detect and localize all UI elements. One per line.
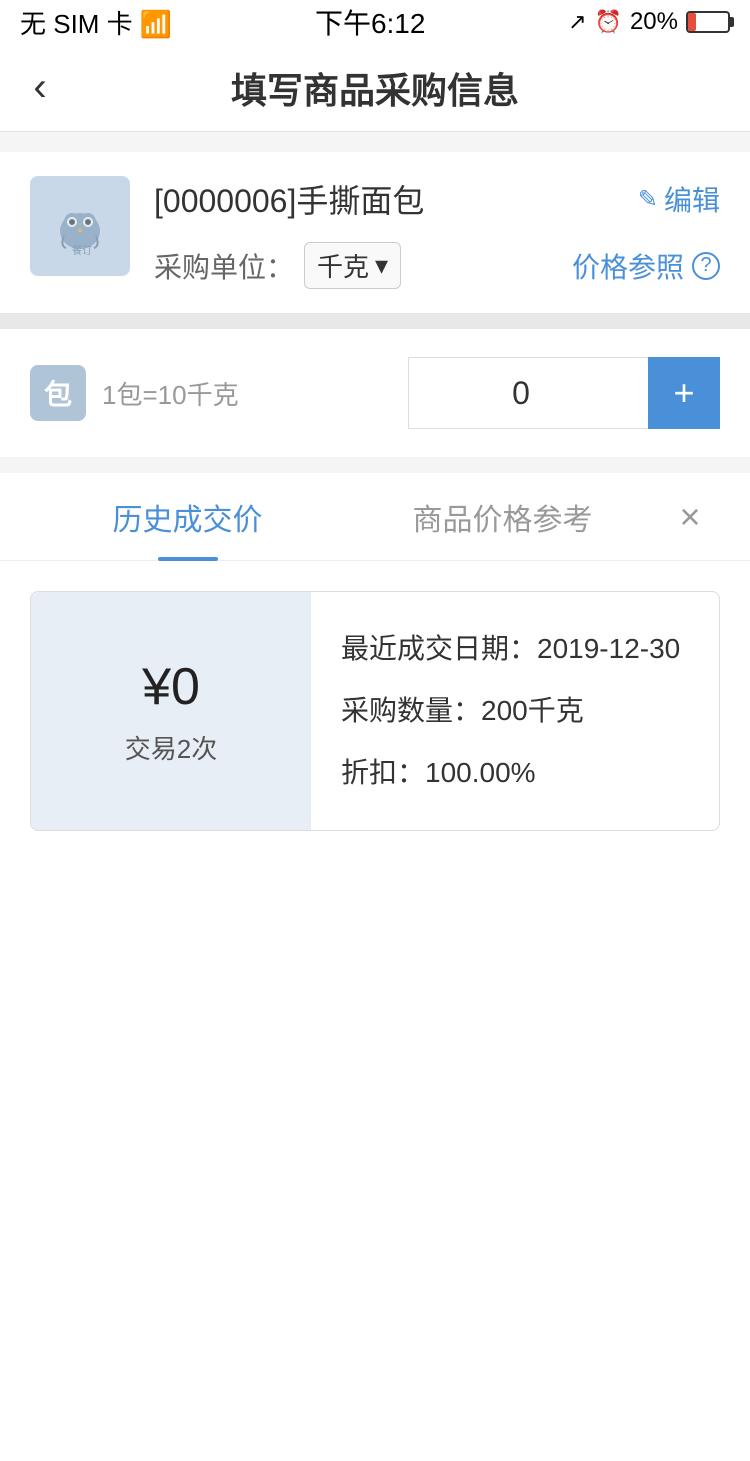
plus-button[interactable]: +: [648, 357, 720, 429]
purchase-qty-row: 采购数量：200千克: [341, 690, 689, 732]
product-title-row: [0000006]手撕面包 ✎ 编辑: [154, 176, 720, 222]
recent-date-value: 2019-12-30: [537, 633, 680, 664]
plus-icon: +: [673, 372, 694, 414]
tab-product-price-ref[interactable]: 商品价格参考: [345, 473, 660, 561]
product-unit-row: 采购单位： 千克 ▾ 价格参照 ?: [154, 242, 720, 289]
purchase-qty-label: 采购数量：: [341, 695, 481, 726]
price-reference-button[interactable]: 价格参照 ?: [572, 246, 720, 286]
status-bar: 无 SIM 卡 📶 下午6:12 ↗ ⏰ 20%: [0, 0, 750, 44]
price-amount: ¥0: [142, 657, 200, 717]
unit-icon-box: 包: [30, 365, 86, 421]
tab-close-button[interactable]: ×: [660, 473, 720, 561]
edit-button[interactable]: ✎ 编辑: [638, 179, 720, 219]
battery-percent: 20%: [630, 8, 678, 36]
battery-icon: [686, 11, 730, 33]
tabs-section: 历史成交价 商品价格参考 × ¥0 交易2次 最近成交日期：2019-12-30…: [0, 473, 750, 861]
owl-logo: 餐订: [50, 196, 110, 256]
recent-date-label: 最近成交日期：: [341, 633, 537, 664]
alarm-icon: ⏰: [595, 9, 622, 35]
history-content: ¥0 交易2次 最近成交日期：2019-12-30 采购数量：200千克 折扣：…: [0, 561, 750, 861]
price-card-left: ¥0 交易2次: [31, 592, 311, 830]
tabs-header: 历史成交价 商品价格参考 ×: [0, 473, 750, 561]
price-card-right: 最近成交日期：2019-12-30 采购数量：200千克 折扣：100.00%: [311, 592, 719, 830]
location-icon: ↗: [568, 9, 586, 35]
purchase-qty-value: 200千克: [481, 695, 584, 726]
price-card: ¥0 交易2次 最近成交日期：2019-12-30 采购数量：200千克 折扣：…: [30, 591, 720, 831]
recent-date-row: 最近成交日期：2019-12-30: [341, 628, 689, 670]
quantity-row: 包 1包=10千克 +: [0, 329, 750, 457]
back-icon: ‹: [33, 65, 46, 110]
product-header: 餐订 [0000006]手撕面包 ✎ 编辑 采购单位： 千克 ▾: [30, 176, 720, 289]
unit-select-dropdown[interactable]: 千克 ▾: [304, 242, 401, 289]
product-card: 餐订 [0000006]手撕面包 ✎ 编辑 采购单位： 千克 ▾: [0, 152, 750, 313]
discount-row: 折扣：100.00%: [341, 752, 689, 794]
status-time: 下午6:12: [315, 2, 426, 42]
dropdown-arrow: ▾: [375, 250, 388, 281]
quantity-input[interactable]: [408, 357, 648, 429]
discount-value: 100.00%: [425, 757, 536, 788]
battery-fill: [688, 13, 696, 31]
price-trade-count: 交易2次: [125, 729, 217, 766]
unit-label: 采购单位： 千克 ▾: [154, 242, 401, 289]
page-title: 填写商品采购信息: [80, 62, 670, 114]
nav-bar: ‹ 填写商品采购信息: [0, 44, 750, 132]
tab-history-price[interactable]: 历史成交价: [30, 473, 345, 561]
svg-text:餐订: 餐订: [72, 244, 92, 256]
help-icon: ?: [692, 252, 720, 280]
product-thumbnail: 餐订: [30, 176, 130, 276]
product-info: [0000006]手撕面包 ✎ 编辑 采购单位： 千克 ▾ 价格参照 ?: [154, 176, 720, 289]
product-name: [0000006]手撕面包: [154, 176, 424, 222]
close-icon: ×: [679, 496, 700, 538]
status-right: ↗ ⏰ 20%: [568, 8, 730, 36]
discount-label: 折扣：: [341, 757, 425, 788]
bottom-space: [0, 861, 750, 1461]
edit-icon: ✎: [638, 185, 658, 214]
unit-info: 包 1包=10千克: [30, 365, 239, 421]
quantity-input-area: +: [408, 357, 720, 429]
section-divider: [0, 313, 750, 329]
status-carrier: 无 SIM 卡 📶: [20, 4, 172, 41]
unit-conversion-text: 1包=10千克: [102, 375, 239, 412]
back-button[interactable]: ‹: [0, 44, 80, 132]
